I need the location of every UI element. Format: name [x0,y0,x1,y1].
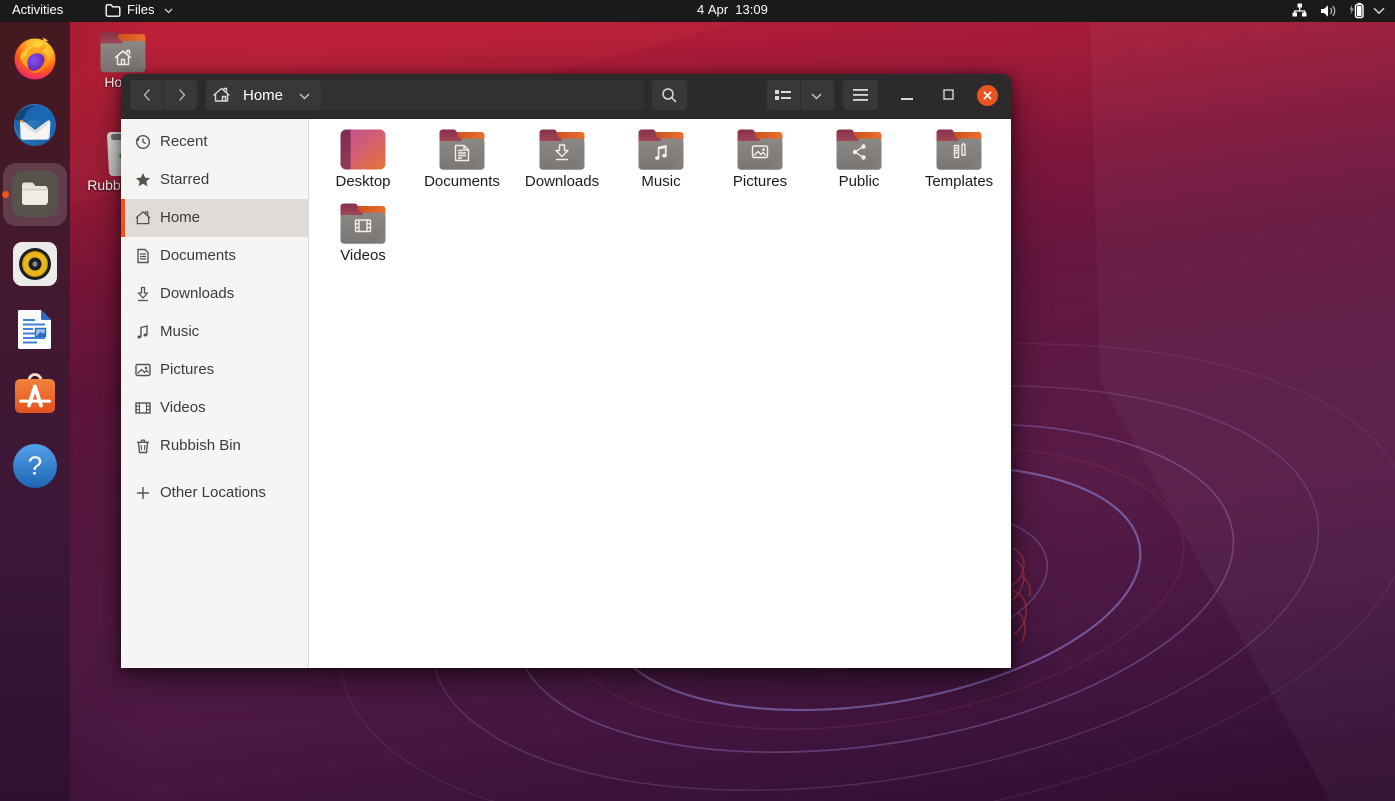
svg-text:?: ? [28,451,42,481]
